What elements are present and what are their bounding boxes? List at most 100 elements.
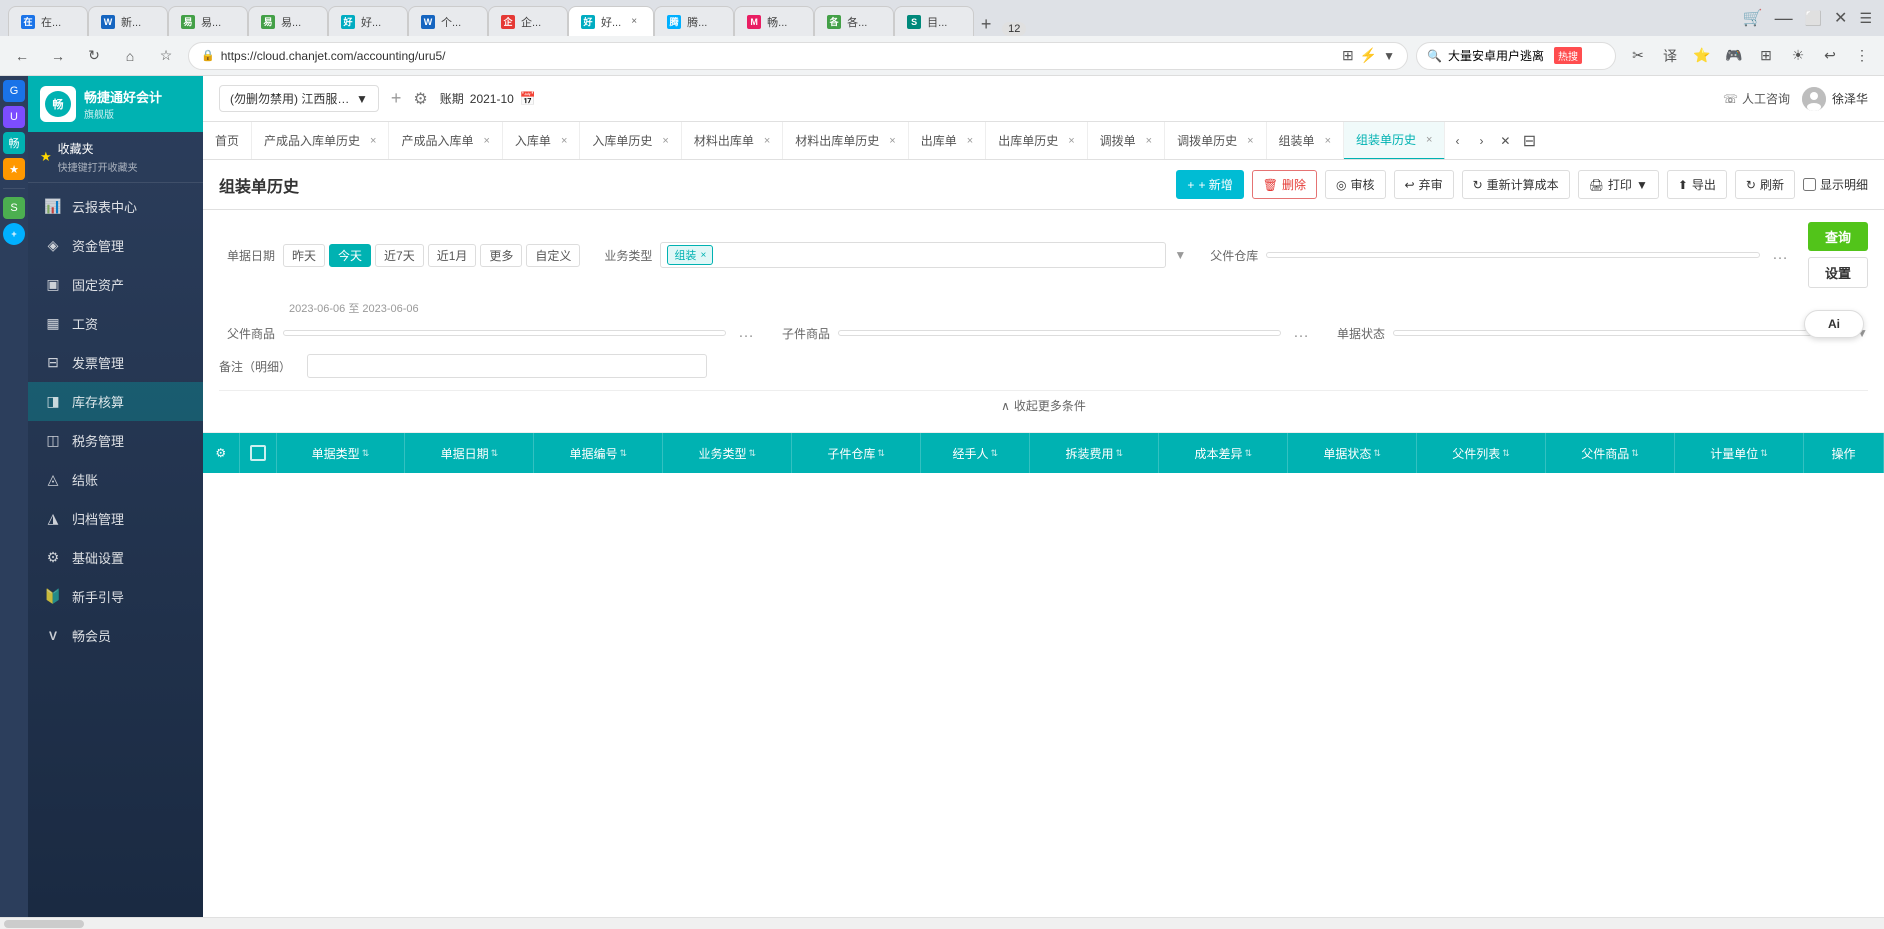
show-detail-checkbox-group[interactable]: 显示明细: [1803, 176, 1868, 193]
col-parent-goods[interactable]: 父件商品 ⇅: [1546, 433, 1675, 473]
col-parent-list-sort-icon[interactable]: ⇅: [1502, 448, 1510, 459]
col-gear[interactable]: ⚙: [203, 433, 239, 473]
date-btn-today[interactable]: 今天: [329, 244, 371, 267]
col-child-warehouse[interactable]: 子件仓库 ⇅: [792, 433, 921, 473]
star-btn[interactable]: ☆: [152, 42, 180, 70]
more-menu-icon[interactable]: ⋮: [1848, 42, 1876, 70]
app-tab-material-out-hist[interactable]: 材料出库单历史 ×: [783, 122, 908, 160]
col-number[interactable]: 单据编号 ⇅: [534, 433, 663, 473]
browser-tab-4[interactable]: 易 易...: [248, 6, 328, 36]
tab-assembly-hist-close[interactable]: ×: [1247, 135, 1253, 147]
filter-settings-btn[interactable]: 设置: [1808, 257, 1868, 288]
ext-icon-6[interactable]: +: [3, 223, 25, 245]
tab-next-btn[interactable]: ›: [1469, 129, 1493, 153]
date-btn-more[interactable]: 更多: [480, 244, 522, 267]
remark-input[interactable]: [307, 354, 707, 378]
ext-icon-5[interactable]: S: [3, 197, 25, 219]
col-unit-sort-icon[interactable]: ⇅: [1760, 448, 1768, 459]
scrollbar-thumb[interactable]: [4, 920, 84, 928]
select-all-checkbox[interactable]: [250, 445, 266, 461]
app-tab-assembly[interactable]: 调拨单 ×: [1088, 122, 1165, 160]
biz-type-tag[interactable]: 组装 ×: [667, 245, 713, 265]
collapse-btn[interactable]: ∧ 收起更多条件: [219, 390, 1868, 420]
sidebar-item-reports[interactable]: 📊 云报表中心: [28, 187, 203, 226]
col-biz-type-sort-icon[interactable]: ⇅: [748, 448, 756, 459]
tab-material-out-hist-close[interactable]: ×: [889, 135, 895, 147]
close-btn[interactable]: ✕: [1830, 8, 1851, 28]
horizontal-scrollbar[interactable]: [0, 917, 1884, 929]
sidebar-item-payroll[interactable]: ▦ 工资: [28, 304, 203, 343]
ext-icon-3[interactable]: 畅: [3, 132, 25, 154]
sidebar-item-tax[interactable]: ◫ 税务管理: [28, 421, 203, 460]
browser-search-box[interactable]: 🔍 大量安卓用户逃离 热搜: [1416, 42, 1616, 70]
sidebar-item-settings[interactable]: ⚙ 基础设置: [28, 538, 203, 577]
tab-assembly-close[interactable]: ×: [1146, 135, 1152, 147]
refresh-browser-btn[interactable]: ↻: [80, 42, 108, 70]
tab-stock-in-hist-close[interactable]: ×: [662, 135, 668, 147]
grid-icon[interactable]: ⊞: [1342, 47, 1354, 64]
col-unit[interactable]: 计量单位 ⇅: [1674, 433, 1803, 473]
app-tab-stock-in[interactable]: 入库单 ×: [503, 122, 580, 160]
app-tab-home[interactable]: 首页: [203, 122, 252, 160]
sidebar-item-guide[interactable]: 🔰 新手引导: [28, 577, 203, 616]
parent-goods-input[interactable]: [283, 330, 726, 336]
browser-tab-9[interactable]: 腾 腾...: [654, 6, 734, 36]
back-btn[interactable]: ←: [8, 42, 36, 70]
tab-stock-in-close[interactable]: ×: [561, 135, 567, 147]
refresh-page-btn[interactable]: ↻ 刷新: [1735, 170, 1795, 199]
biz-type-tag-close[interactable]: ×: [700, 250, 706, 261]
date-btn-7days[interactable]: 近7天: [375, 244, 424, 267]
menu-btn[interactable]: ☰: [1855, 10, 1876, 27]
ext-icon-1[interactable]: G: [3, 80, 25, 102]
show-detail-checkbox[interactable]: [1803, 178, 1816, 191]
print-dropdown[interactable]: ▼: [1636, 178, 1648, 192]
sidebar-item-member[interactable]: V 畅会员: [28, 616, 203, 655]
user-menu[interactable]: 徐泽华: [1802, 87, 1868, 111]
delete-btn[interactable]: 🗑 删除: [1252, 170, 1317, 199]
browser-tab-10[interactable]: M 畅...: [734, 6, 814, 36]
sidebar-item-fixed-assets[interactable]: ▣ 固定资产: [28, 265, 203, 304]
sidebar-item-funds[interactable]: ◈ 资金管理: [28, 226, 203, 265]
sidebar-item-archive[interactable]: ◮ 归档管理: [28, 499, 203, 538]
tab-prev-btn[interactable]: ‹: [1445, 129, 1469, 153]
translate-icon[interactable]: 译: [1656, 42, 1684, 70]
col-status[interactable]: 单据状态 ⇅: [1288, 433, 1417, 473]
app-tab-kit-hist[interactable]: 组装单历史 ×: [1344, 122, 1445, 160]
search-btn[interactable]: 查询: [1808, 222, 1868, 251]
parent-warehouse-input[interactable]: [1266, 252, 1760, 258]
col-handler[interactable]: 经手人 ⇅: [921, 433, 1030, 473]
col-check[interactable]: [239, 433, 276, 473]
gear-column-icon[interactable]: ⚙: [215, 446, 226, 460]
col-parent-goods-sort-icon[interactable]: ⇅: [1631, 448, 1639, 459]
scissors-icon[interactable]: ✂: [1624, 42, 1652, 70]
app-tab-material-out[interactable]: 材料出库单 ×: [682, 122, 783, 160]
date-btn-yesterday[interactable]: 昨天: [283, 244, 325, 267]
period-selector[interactable]: 账期 2021-10 📅: [440, 90, 536, 107]
app-tab-kit[interactable]: 组装单 ×: [1267, 122, 1344, 160]
ai-floating-btn[interactable]: Ai: [1804, 310, 1864, 338]
minimize-btn[interactable]: —: [1771, 8, 1797, 29]
company-selector[interactable]: (勿删勿禁用) 江西服宝测试专用 ▼: [219, 85, 379, 112]
settings-gear-icon[interactable]: ⚙: [413, 89, 427, 109]
tab-close-current[interactable]: ✕: [1493, 129, 1517, 153]
parent-goods-more[interactable]: …: [734, 324, 758, 342]
tab-close-8[interactable]: ×: [627, 15, 641, 29]
sun-icon[interactable]: ☀: [1784, 42, 1812, 70]
new-tab-btn[interactable]: +: [974, 12, 998, 36]
col-status-sort-icon[interactable]: ⇅: [1373, 448, 1381, 459]
browser-tab-12[interactable]: S 目...: [894, 6, 974, 36]
address-box[interactable]: 🔒 https://cloud.chanjet.com/accounting/u…: [188, 42, 1408, 70]
app-tab-assembly-hist[interactable]: 调拨单历史 ×: [1165, 122, 1266, 160]
tab-stock-out-hist-close[interactable]: ×: [1068, 135, 1074, 147]
browser-tab-5[interactable]: 好 好...: [328, 6, 408, 36]
col-biz-type[interactable]: 业务类型 ⇅: [663, 433, 792, 473]
sidebar-item-invoice[interactable]: ⊟ 发票管理: [28, 343, 203, 382]
biz-type-dropdown[interactable]: ▼: [1174, 248, 1186, 262]
browser-tab-2[interactable]: W 新...: [88, 6, 168, 36]
app-tab-stock-in-hist[interactable]: 入库单历史 ×: [580, 122, 681, 160]
status-input[interactable]: [1393, 330, 1848, 336]
audit-btn[interactable]: ◎ 审核: [1325, 170, 1386, 199]
tab-material-out-close[interactable]: ×: [764, 135, 770, 147]
print-btn[interactable]: 🖨 打印 ▼: [1578, 170, 1659, 199]
col-handler-sort-icon[interactable]: ⇅: [990, 448, 998, 459]
